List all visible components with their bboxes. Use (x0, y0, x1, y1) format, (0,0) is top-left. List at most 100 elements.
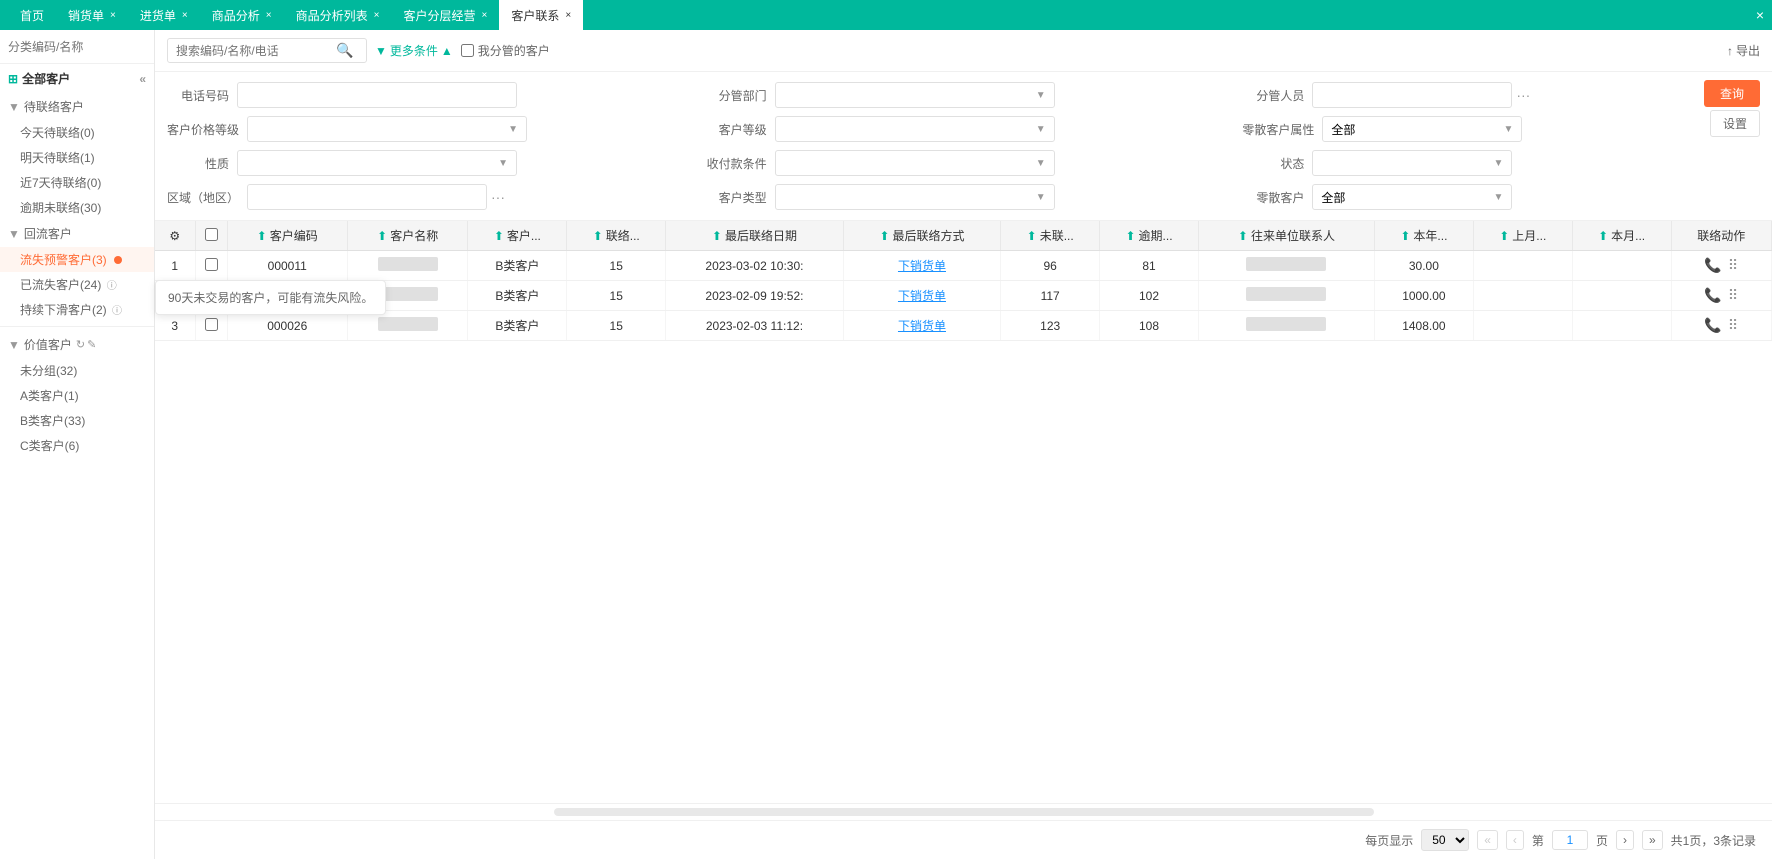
search-button[interactable]: 🔍 (336, 42, 353, 59)
cell-type: B类客户 (468, 281, 567, 311)
action-phone-icon[interactable]: 📞 (1704, 287, 1721, 304)
page-number-input[interactable] (1552, 830, 1588, 850)
cell-name (347, 311, 467, 341)
filter-payment-select[interactable]: ▼ (775, 150, 1055, 176)
status-arrow-icon: ▼ (1493, 158, 1503, 169)
sidebar-item-class-b[interactable]: B类客户(33) (0, 408, 154, 433)
sidebar-item-ungrouped[interactable]: 未分组(32) (0, 358, 154, 383)
sidebar-item-overdue[interactable]: 逾期未联络(30) (0, 195, 154, 220)
close-customer-segment-tab[interactable]: × (481, 10, 487, 21)
export-button[interactable]: ↑ 导出 (1727, 42, 1760, 59)
prev-page-button[interactable]: ‹ (1506, 830, 1524, 850)
filter-retail: 零散客户 全部 ▼ (1242, 184, 1760, 210)
action-phone-icon[interactable]: 📞 (1704, 257, 1721, 274)
collapse-icon: « (139, 72, 146, 86)
first-page-button[interactable]: « (1477, 830, 1498, 850)
close-customer-contact-tab[interactable]: × (565, 10, 571, 21)
filter-dept: 分管部门 ▼ (705, 82, 1223, 108)
cell-last-method: 下销货单 (843, 311, 1001, 341)
sidebar-group-return[interactable]: ▼ 回流客户 (0, 220, 154, 247)
contact-method-link[interactable]: 下销货单 (898, 289, 946, 303)
page-size-select[interactable]: 50 (1421, 829, 1469, 851)
settings-gear-icon[interactable]: ⚙ (169, 229, 180, 243)
close-analysis-tab[interactable]: × (266, 10, 272, 21)
th-customer-code-sort-icon: ⬆ (257, 229, 267, 243)
sidebar-item-7days[interactable]: 近7天待联络(0) (0, 170, 154, 195)
my-customer-checkbox-wrap[interactable]: 我分管的客户 (461, 42, 550, 59)
settings-button[interactable]: 设置 (1710, 110, 1760, 137)
sidebar-all-customers[interactable]: ⊞ 全部客户 « (0, 64, 154, 93)
filter-person-select[interactable] (1312, 82, 1512, 108)
query-button[interactable]: 查询 (1704, 80, 1760, 107)
sidebar-item-today[interactable]: 今天待联络(0) (0, 120, 154, 145)
sidebar-item-tomorrow[interactable]: 明天待联络(1) (0, 145, 154, 170)
more-filter-button[interactable]: ▼ 更多条件 ▲ (375, 42, 453, 59)
th-action: 联络动作 (1671, 221, 1771, 251)
filter-customer-grade-select[interactable]: ▼ (775, 116, 1055, 142)
nav-tab-purchase[interactable]: 进货单 × (128, 0, 200, 30)
price-grade-arrow-icon: ▼ (508, 124, 518, 135)
sidebar-item-churn-warning[interactable]: 流失预警客户(3) (0, 247, 154, 272)
filter-nature-select[interactable]: ▼ (237, 150, 517, 176)
close-analysis-list-tab[interactable]: × (374, 10, 380, 21)
contact-method-link[interactable]: 下销货单 (898, 319, 946, 333)
scroll-track[interactable] (554, 808, 1374, 816)
nav-tab-sales[interactable]: 销货单 × (56, 0, 128, 30)
filter-dept-label: 分管部门 (705, 87, 775, 104)
action-more-icon[interactable]: ⠿ (1728, 287, 1738, 304)
next-page-button[interactable]: › (1616, 830, 1634, 850)
sidebar-search-input[interactable] (8, 40, 155, 54)
nav-tab-customer-segment[interactable]: 客户分层经营 × (391, 0, 499, 30)
row-checkbox-2[interactable] (205, 318, 218, 331)
filter-dots-2[interactable]: ··· (487, 189, 509, 205)
th-unit-contact: ⬆ 往来单位联系人 (1198, 221, 1374, 251)
action-phone-icon[interactable]: 📞 (1704, 317, 1721, 334)
contact-method-link[interactable]: 下销货单 (898, 259, 946, 273)
edit-icon[interactable]: ✎ (87, 338, 96, 351)
horizontal-scrollbar[interactable] (155, 803, 1772, 820)
nav-home-tab[interactable]: 首页 (8, 7, 56, 24)
filter-scatter-attr-select[interactable]: 全部 ▼ (1322, 116, 1522, 142)
nav-tab-analysis-list[interactable]: 商品分析列表 × (284, 0, 392, 30)
select-all-checkbox[interactable] (205, 228, 218, 241)
close-window-button[interactable]: × (1756, 7, 1764, 23)
row-checkbox-0[interactable] (205, 258, 218, 271)
filter-customer-type-select[interactable]: ▼ (775, 184, 1055, 210)
filter-dots-1[interactable]: ··· (1512, 87, 1534, 103)
action-more-icon[interactable]: ⠿ (1728, 257, 1738, 274)
filter-dept-select[interactable]: ▼ (775, 82, 1055, 108)
filter-retail-select[interactable]: 全部 ▼ (1312, 184, 1512, 210)
filter-status-select[interactable]: ▼ (1312, 150, 1512, 176)
cell-this-year: 1408.00 (1374, 311, 1473, 341)
divider (0, 326, 154, 327)
nav-tab-customer-contact[interactable]: 客户联系 × (499, 0, 583, 30)
filter-phone-input[interactable] (237, 82, 517, 108)
sidebar-item-class-c[interactable]: C类客户(6) (0, 433, 154, 458)
sidebar-group-value[interactable]: ▼ 价值客户 ↻ ✎ (0, 331, 154, 358)
filter-price-grade-select[interactable]: ▼ (247, 116, 527, 142)
cell-this-month (1572, 311, 1671, 341)
cell-checkbox (195, 251, 227, 281)
table-header-row: ⚙ ⬆ 客户编码 (155, 221, 1772, 251)
cell-not-contacted: 117 (1001, 281, 1100, 311)
th-unit-sort-icon: ⬆ (1238, 229, 1248, 243)
close-purchase-tab[interactable]: × (182, 10, 188, 21)
action-more-icon[interactable]: ⠿ (1728, 317, 1738, 334)
last-page-button[interactable]: » (1642, 830, 1663, 850)
cell-last-date: 2023-03-02 10:30: (666, 251, 844, 281)
sidebar: 🔍 ⊞ 全部客户 « ▼ 待联络客户 今天待联络(0) 明天待联络(1) 近7天… (0, 30, 155, 859)
sidebar-item-churned[interactable]: 已流失客户(24) ⓘ (0, 272, 154, 297)
sidebar-item-class-a[interactable]: A类客户(1) (0, 383, 154, 408)
search-bar: 🔍 ▼ 更多条件 ▲ 我分管的客户 ↑ 导出 (155, 30, 1772, 72)
sidebar-group-pending[interactable]: ▼ 待联络客户 (0, 93, 154, 120)
my-customer-checkbox[interactable] (461, 44, 474, 57)
sidebar-search-wrap: 🔍 (0, 30, 154, 64)
filter-region-select[interactable] (247, 184, 487, 210)
th-this-month: ⬆ 本月... (1572, 221, 1671, 251)
filter-panel: 电话号码 分管部门 ▼ 分管人员 ··· (155, 72, 1772, 221)
search-input[interactable] (176, 44, 336, 58)
nav-tab-analysis[interactable]: 商品分析 × (200, 0, 284, 30)
close-sales-tab[interactable]: × (110, 10, 116, 21)
sidebar-item-declining[interactable]: 持续下滑客户(2) ⓘ (0, 297, 154, 322)
refresh-icon[interactable]: ↻ (76, 338, 85, 351)
